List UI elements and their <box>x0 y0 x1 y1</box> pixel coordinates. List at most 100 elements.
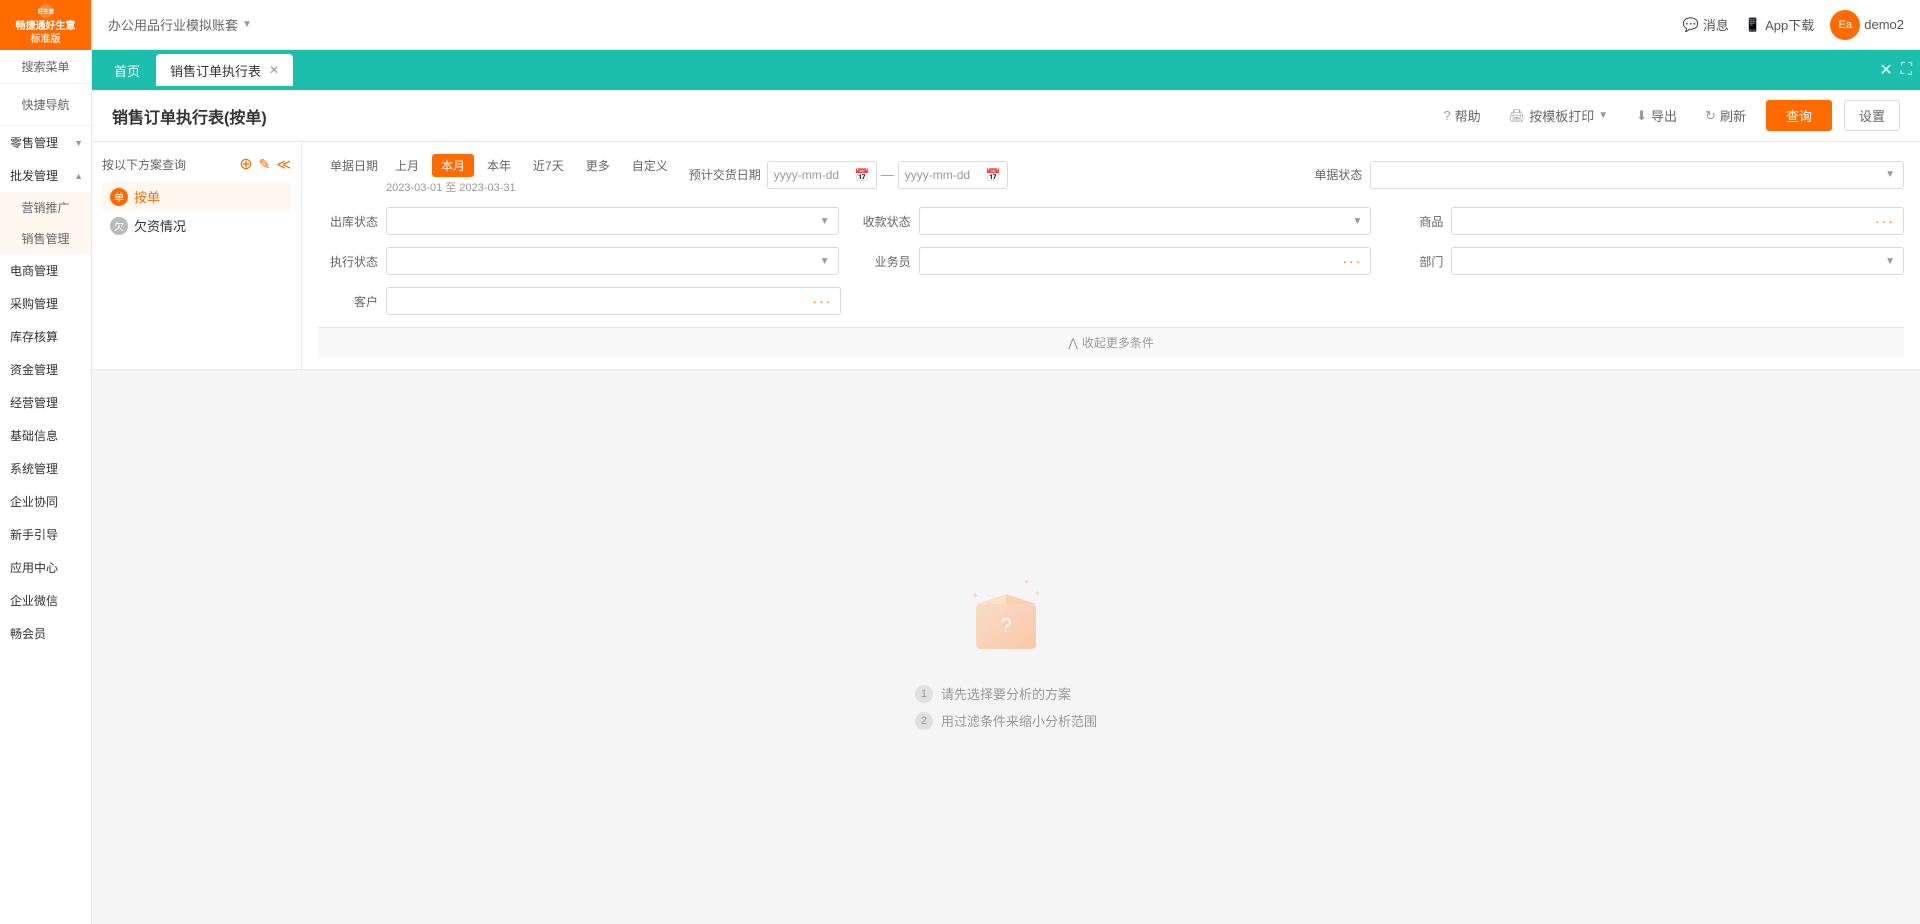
member-label: 畅会员 <box>10 625 46 642</box>
date-label: 单据日期 <box>318 157 378 174</box>
qiankuan-icon: 欠 <box>110 217 128 235</box>
export-label: 导出 <box>1651 106 1677 125</box>
app-download-btn[interactable]: 📱 App下载 <box>1745 15 1814 34</box>
empty-tip-2: 2 用过滤条件来缩小分析范围 <box>915 711 1097 730</box>
sidebar-item-member[interactable]: 畅会员 <box>0 617 91 650</box>
recv-status-select[interactable]: ▼ <box>919 207 1372 235</box>
purchase-label: 采购管理 <box>10 295 58 312</box>
refresh-icon: ↻ <box>1705 108 1716 124</box>
app-subtitle: 标准版 <box>31 33 61 46</box>
tip-text-1: 请先选择要分析的方案 <box>941 684 1071 703</box>
filter-left-title: 按以下方案查询 ⊕ ✎ ≪ <box>102 154 291 174</box>
svg-text:✦: ✦ <box>971 591 979 602</box>
predict-date-start[interactable]: yyyy-mm-dd 📅 <box>767 161 877 189</box>
out-status-select[interactable]: ▼ <box>386 207 839 235</box>
help-btn[interactable]: ? 帮助 <box>1435 102 1488 129</box>
antan-label: 按单 <box>134 187 160 206</box>
sidebar-item-system[interactable]: 系统管理 <box>0 452 91 485</box>
sidebar-item-quick[interactable]: 快捷导航 <box>0 88 91 121</box>
tip-num-1: 1 <box>915 685 933 703</box>
exec-status-select[interactable]: ▼ <box>386 247 839 275</box>
wholesale-sub-menu: 营销推广 销售管理 <box>0 192 91 254</box>
period-more[interactable]: 更多 <box>577 154 619 177</box>
period-7days[interactable]: 近7天 <box>524 154 573 177</box>
sidebar-item-purchase[interactable]: 采购管理 <box>0 287 91 320</box>
wholesale-label: 批发管理 <box>10 167 58 184</box>
sidebar-item-basic[interactable]: 基础信息 <box>0 419 91 452</box>
tip-num-2: 2 <box>915 712 933 730</box>
msg-btn[interactable]: 💬 消息 <box>1683 15 1729 34</box>
avatar-initial: Ea <box>1839 19 1852 31</box>
filter-row-4: 客户 ··· <box>318 287 1904 315</box>
sidebar-item-appcenter[interactable]: 应用中心 <box>0 551 91 584</box>
retail-label: 零售管理 <box>10 134 58 151</box>
sidebar-item-inventory[interactable]: 库存核算 <box>0 320 91 353</box>
export-icon: ⬇ <box>1636 108 1647 124</box>
filter-option-antan[interactable]: 单 按单 <box>102 182 291 211</box>
business-label: 经营管理 <box>10 394 58 411</box>
close-window-icon[interactable]: ✕ <box>1879 60 1892 80</box>
dept-label: 部门 <box>1383 253 1443 270</box>
salesman-select[interactable]: ··· <box>919 247 1372 275</box>
logo-icon: 好生意 <box>32 4 60 18</box>
add-plan-icon[interactable]: ⊕ <box>239 154 252 174</box>
user-info[interactable]: Ea demo2 <box>1830 10 1904 40</box>
company-selector[interactable]: 办公用品行业模拟账套 ▼ <box>108 15 252 34</box>
filter-option-qiankuan[interactable]: 欠 欠资情况 <box>102 211 291 240</box>
collapse-left-icon[interactable]: ≪ <box>276 156 291 173</box>
maximize-icon[interactable]: ⛶ <box>1901 61 1912 79</box>
sidebar-item-marketing[interactable]: 营销推广 <box>0 192 91 223</box>
sidebar-item-retail[interactable]: 零售管理 <box>0 126 91 159</box>
export-btn[interactable]: ⬇ 导出 <box>1628 102 1685 129</box>
filter-left-icons: ⊕ ✎ ≪ <box>239 154 291 174</box>
sidebar-search[interactable]: 搜索菜单 <box>0 50 91 84</box>
sidebar-item-wholesale[interactable]: 批发管理 <box>0 159 91 192</box>
tab-close-icon[interactable]: ✕ <box>269 63 279 77</box>
print-btn[interactable]: 🖨 按模板打印 ▼ <box>1501 102 1616 129</box>
edit-plan-icon[interactable]: ✎ <box>259 156 271 173</box>
calendar-end-icon: 📅 <box>986 168 1001 182</box>
sidebar-item-business[interactable]: 经营管理 <box>0 386 91 419</box>
sidebar-item-newbie[interactable]: 新手引导 <box>0 518 91 551</box>
sidebar-item-finance[interactable]: 资金管理 <box>0 353 91 386</box>
svg-text:?: ? <box>1000 615 1011 637</box>
predict-date-label: 预计交货日期 <box>689 166 759 183</box>
collapse-button[interactable]: ⋀ 收起更多条件 <box>318 327 1904 357</box>
app-logo: 好生意 畅捷通好生意 标准版 <box>0 0 91 50</box>
print-label: 按模板打印 <box>1529 106 1594 125</box>
query-button[interactable]: 查询 <box>1766 100 1832 131</box>
tabbar: 首页 销售订单执行表 ✕ ✕ ⛶ <box>92 50 1920 90</box>
app-download-label: App下载 <box>1765 15 1814 34</box>
filter-field-predict-date: 预计交货日期 yyyy-mm-dd 📅 — yyyy-mm-dd 📅 <box>689 161 1291 189</box>
appcenter-label: 应用中心 <box>10 559 58 576</box>
sidebar-item-wechat[interactable]: 企业微信 <box>0 584 91 617</box>
goods-select[interactable]: ··· <box>1451 207 1904 235</box>
msg-label: 消息 <box>1703 15 1729 34</box>
recv-status-arrow-icon: ▼ <box>1352 216 1362 227</box>
predict-date-end[interactable]: yyyy-mm-dd 📅 <box>898 161 1008 189</box>
topbar-left: 办公用品行业模拟账套 ▼ <box>108 15 252 34</box>
period-last-month[interactable]: 上月 <box>386 154 428 177</box>
customer-select[interactable]: ··· <box>386 287 841 315</box>
tab-order-list[interactable]: 销售订单执行表 ✕ <box>156 54 293 86</box>
sidebar-item-enterprise[interactable]: 企业协同 <box>0 485 91 518</box>
out-status-arrow-icon: ▼ <box>820 216 830 227</box>
recv-status-label: 收款状态 <box>851 213 911 230</box>
period-this-month[interactable]: 本月 <box>432 154 474 177</box>
settings-button[interactable]: 设置 <box>1844 100 1900 131</box>
filter-panel: 按以下方案查询 ⊕ ✎ ≪ 单 按单 欠 欠资情况 <box>92 142 1920 370</box>
period-this-year[interactable]: 本年 <box>478 154 520 177</box>
dept-select[interactable]: ▼ <box>1451 247 1904 275</box>
empty-illustration: ? ✦ ✦ ✦ <box>956 564 1056 664</box>
chevron-down-icon: ▼ <box>242 19 252 30</box>
company-name: 办公用品行业模拟账套 <box>108 15 238 34</box>
sidebar-item-sales[interactable]: 销售管理 <box>0 223 91 254</box>
salesman-label: 业务员 <box>851 253 911 270</box>
basic-label: 基础信息 <box>10 427 58 444</box>
refresh-btn[interactable]: ↻ 刷新 <box>1697 102 1754 129</box>
status-select[interactable]: ▼ <box>1370 161 1904 189</box>
period-custom[interactable]: 自定义 <box>623 154 677 177</box>
sidebar-item-ecommerce[interactable]: 电商管理 <box>0 254 91 287</box>
sidebar-quick-nav: 快捷导航 <box>0 84 91 126</box>
tab-home[interactable]: 首页 <box>100 54 154 86</box>
